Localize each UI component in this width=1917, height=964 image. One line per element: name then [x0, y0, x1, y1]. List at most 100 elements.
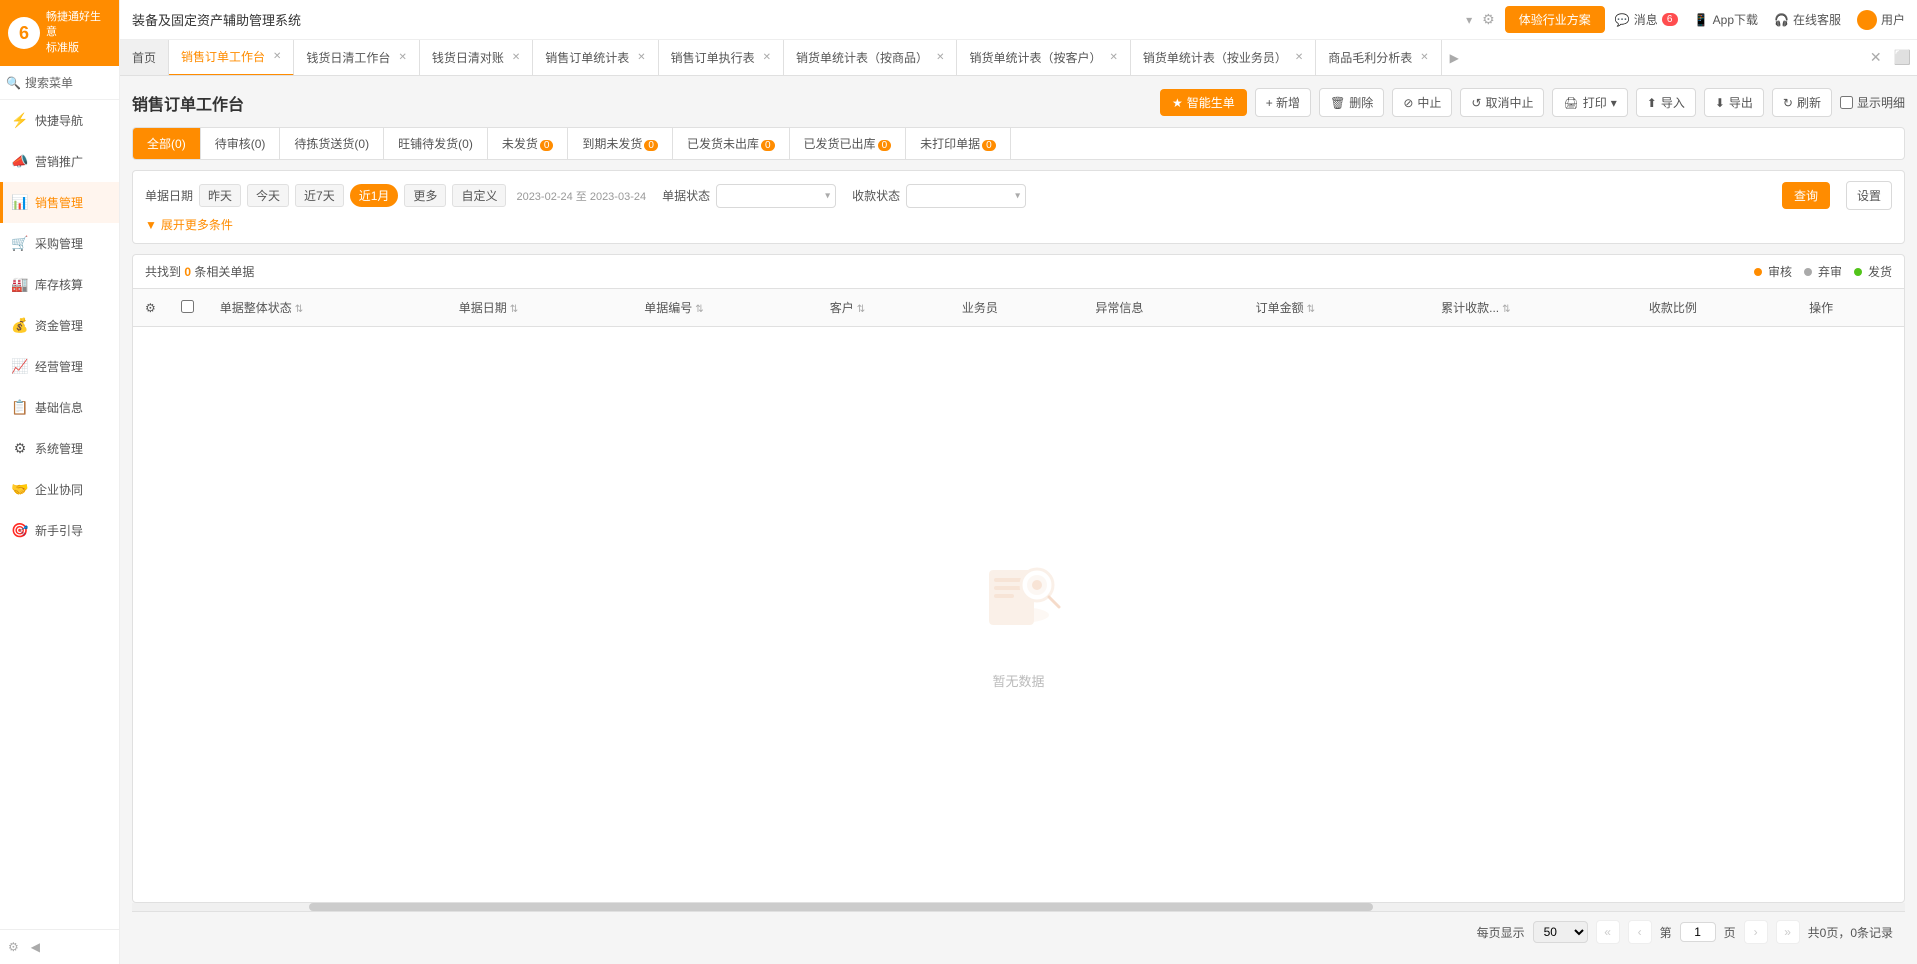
tab-sales-summary-staff[interactable]: 销货单统计表（按业务员） ✕ [1131, 40, 1316, 76]
scrollbar-thumb[interactable] [309, 903, 1373, 911]
online-service-item[interactable]: 🎧 在线客服 [1774, 11, 1841, 28]
tab-cash-daily[interactable]: 钱货日清工作台 ✕ [294, 40, 419, 76]
tab-close-sales-exec[interactable]: ✕ [763, 52, 771, 63]
tab-close-sales-summary-product[interactable]: ✕ [936, 52, 944, 63]
tab-home[interactable]: 首页 [120, 40, 169, 76]
show-detail-toggle[interactable]: 显示明细 [1840, 94, 1905, 111]
inventory-icon: 🏭 [11, 276, 29, 293]
sidebar-search[interactable]: 🔍 搜索菜单 [0, 66, 119, 100]
query-btn[interactable]: 查询 [1782, 182, 1830, 209]
delete-btn[interactable]: 🗑 删除 [1319, 88, 1384, 117]
enterprise-icon: 🤝 [11, 481, 29, 498]
sort-amount[interactable]: ⇅ [1307, 304, 1315, 315]
tab-close-sales-stat[interactable]: ✕ [637, 52, 645, 63]
message-item[interactable]: 💬 消息 6 [1615, 11, 1678, 28]
sidebar-item-guide[interactable]: 🎯 新手引导 [0, 510, 119, 551]
tab-close-sales-summary-staff[interactable]: ✕ [1295, 52, 1303, 63]
sidebar-item-inventory[interactable]: 🏭 库存核算 [0, 264, 119, 305]
horizontal-scrollbar[interactable] [132, 903, 1905, 911]
suspend-btn[interactable]: ⊘ 中止 [1392, 88, 1452, 117]
print-btn[interactable]: 🖨 打印 ▾ [1552, 88, 1627, 117]
tab-close-cash-reconcile[interactable]: ✕ [512, 52, 520, 63]
tab-cash-reconcile[interactable]: 钱货日清对账 ✕ [420, 40, 533, 76]
sidebar-item-marketing[interactable]: 📣 营销推广 [0, 141, 119, 182]
tab-product-margin[interactable]: 商品毛利分析表 ✕ [1316, 40, 1441, 76]
payment-select[interactable] [906, 184, 1026, 208]
tab-sales-summary-product[interactable]: 销货单统计表（按商品） ✕ [784, 40, 957, 76]
status-select[interactable] [716, 184, 836, 208]
sort-collected[interactable]: ⇅ [1502, 304, 1510, 315]
first-page-btn[interactable]: « [1596, 920, 1620, 944]
subtab-shipped-out[interactable]: 已发货已出库0 [790, 128, 907, 159]
subtab-pending-inspect[interactable]: 待拣货送货(0) [280, 128, 384, 159]
select-all-checkbox[interactable] [181, 300, 194, 313]
tab-sales-stat[interactable]: 销售订单统计表 ✕ [533, 40, 658, 76]
review-action-btn[interactable]: 审核 [1754, 263, 1792, 280]
show-detail-checkbox[interactable] [1840, 96, 1853, 109]
empty-text: 暂无数据 [992, 671, 1044, 690]
date-shortcuts: 昨天 今天 近7天 近1月 更多 自定义 [199, 184, 506, 207]
subtab-all[interactable]: 全部(0) [133, 128, 201, 159]
sidebar-item-operations[interactable]: 📈 经营管理 [0, 346, 119, 387]
refresh-btn[interactable]: ↻ 刷新 [1772, 88, 1832, 117]
topbar-settings-icon[interactable]: ⚙ [1482, 11, 1495, 28]
cancel-review-action-btn[interactable]: 弃审 [1804, 263, 1842, 280]
sidebar-item-system[interactable]: ⚙ 系统管理 [0, 428, 119, 469]
tabbar-more-btn[interactable]: ▶ [1442, 40, 1467, 76]
tabbar-close-all-btn[interactable]: ✕ [1864, 40, 1888, 76]
sidebar-item-sales[interactable]: 📊 销售管理 [0, 182, 119, 223]
import-btn[interactable]: ⬆ 导入 [1636, 88, 1696, 117]
sidebar-item-enterprise[interactable]: 🤝 企业协同 [0, 469, 119, 510]
expand-conditions-btn[interactable]: ▼ 展开更多条件 [145, 216, 1892, 233]
sidebar-item-base[interactable]: 📋 基础信息 [0, 387, 119, 428]
tab-sales-summary-customer[interactable]: 销货单统计表（按客户） ✕ [957, 40, 1130, 76]
purchase-icon: 🛒 [11, 235, 29, 252]
last-page-btn[interactable]: » [1776, 920, 1800, 944]
subtab-shipped-not-out[interactable]: 已发货未出库0 [673, 128, 790, 159]
sort-date[interactable]: ⇅ [510, 304, 518, 315]
sidebar-item-purchase[interactable]: 🛒 采购管理 [0, 223, 119, 264]
date-last7[interactable]: 近7天 [295, 184, 344, 207]
new-btn[interactable]: + 新增 [1255, 88, 1311, 117]
sidebar-collapse-icon[interactable]: ◀ [31, 940, 40, 954]
date-today[interactable]: 今天 [247, 184, 289, 207]
sidebar-settings-icon[interactable]: ⚙ [8, 940, 19, 954]
user-item[interactable]: 用户 [1857, 10, 1905, 30]
tabbar-maximize-btn[interactable]: ⬜ [1888, 40, 1917, 76]
tab-sales-order[interactable]: 销售订单工作台 ✕ [169, 40, 294, 76]
tab-close-cash-daily[interactable]: ✕ [398, 52, 406, 63]
export-btn[interactable]: ⬇ 导出 [1704, 88, 1764, 117]
subtab-not-printed[interactable]: 未打印单据0 [906, 128, 1011, 159]
tab-sales-exec[interactable]: 销售订单执行表 ✕ [659, 40, 784, 76]
sidebar-item-finance[interactable]: 💰 资金管理 [0, 305, 119, 346]
tab-close-sales-order[interactable]: ✕ [273, 51, 281, 62]
page-size-select[interactable]: 10 20 50 100 [1533, 921, 1588, 943]
topbar-dropdown-arrow[interactable]: ▾ [1466, 13, 1472, 27]
app-download-item[interactable]: 📱 App下载 [1694, 11, 1758, 28]
ship-action-btn[interactable]: 发货 [1854, 263, 1892, 280]
subtab-not-shipped[interactable]: 未发货0 [488, 128, 569, 159]
prev-page-btn[interactable]: ‹ [1628, 920, 1652, 944]
payment-filter: 收款状态 [852, 184, 1026, 208]
tab-close-sales-summary-customer[interactable]: ✕ [1109, 52, 1117, 63]
sidebar-item-quick-nav[interactable]: ⚡ 快捷导航 [0, 100, 119, 141]
sort-number[interactable]: ⇅ [695, 304, 703, 315]
sort-status[interactable]: ⇅ [295, 304, 303, 315]
col-checkbox[interactable] [168, 289, 208, 327]
subtab-wangpu-pending[interactable]: 旺铺待发货(0) [384, 128, 488, 159]
date-yesterday[interactable]: 昨天 [199, 184, 241, 207]
next-page-btn[interactable]: › [1744, 920, 1768, 944]
col-settings[interactable]: ⚙ [133, 289, 168, 327]
page-input[interactable] [1680, 922, 1716, 942]
date-custom[interactable]: 自定义 [452, 184, 506, 207]
tab-close-product-margin[interactable]: ✕ [1420, 52, 1428, 63]
experience-btn[interactable]: 体验行业方案 [1505, 6, 1605, 33]
cancel-suspend-btn[interactable]: ↺ 取消中止 [1460, 88, 1544, 117]
date-last1m[interactable]: 近1月 [350, 184, 399, 207]
sort-customer[interactable]: ⇅ [857, 304, 865, 315]
subtab-overdue-ship[interactable]: 到期未发货0 [568, 128, 673, 159]
subtab-pending-review[interactable]: 待审核(0) [201, 128, 281, 159]
smart-create-btn[interactable]: ★ 智能生单 [1160, 89, 1247, 116]
settings-btn[interactable]: 设置 [1846, 181, 1892, 210]
date-more[interactable]: 更多 [404, 184, 446, 207]
